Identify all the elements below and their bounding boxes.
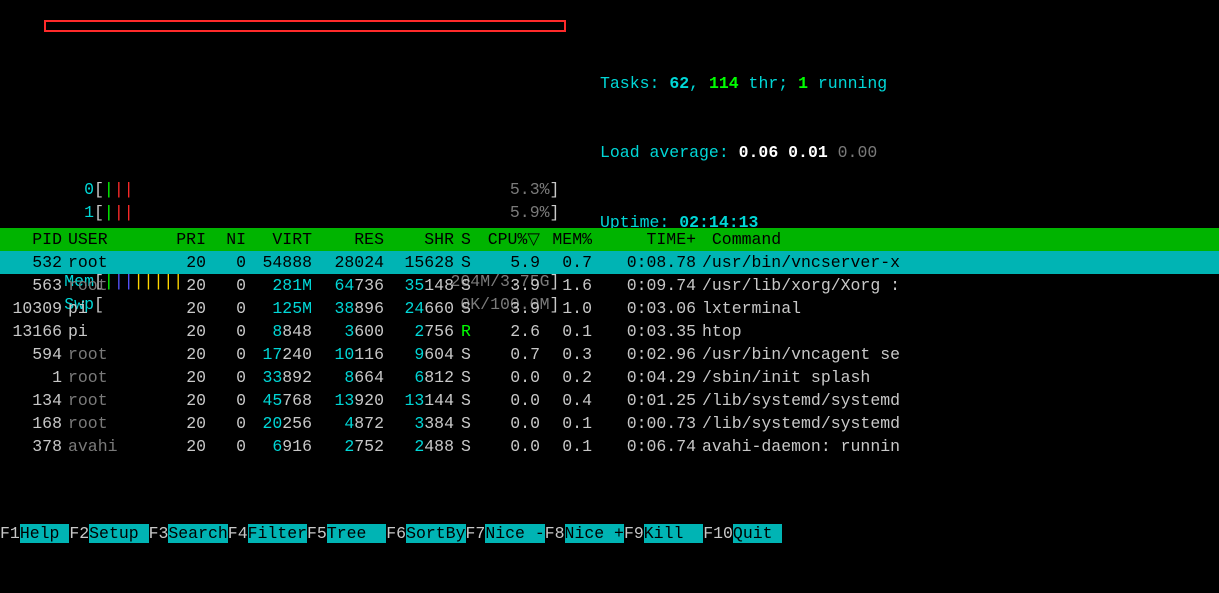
fkey-F8[interactable]: F8 (545, 524, 565, 543)
table-row[interactable]: 13166pi200884836002756R2.60.10:03.35htop (0, 320, 1219, 343)
fkey-F1[interactable]: F1 (0, 524, 20, 543)
fkey-F5[interactable]: F5 (307, 524, 327, 543)
fkey-F10[interactable]: F10 (703, 524, 733, 543)
fkey-label-F7[interactable]: Nice - (485, 524, 544, 543)
fkey-label-F1[interactable]: Help (20, 524, 70, 543)
fkey-F3[interactable]: F3 (149, 524, 169, 543)
load-line: Load average: 0.06 0.01 0.00 (600, 141, 887, 164)
table-row[interactable]: 532root200548882802415628S5.90.70:08.78/… (0, 251, 1219, 274)
table-row[interactable]: 563root200281M6473635148S3.91.60:09.74/u… (0, 274, 1219, 297)
fkey-label-F2[interactable]: Setup (89, 524, 148, 543)
fkey-F4[interactable]: F4 (228, 524, 248, 543)
table-row[interactable]: 10309pi200125M3889624660S3.91.00:03.06lx… (0, 297, 1219, 320)
table-row[interactable]: 134root200457681392013144S0.00.40:01.25/… (0, 389, 1219, 412)
fkey-label-F6[interactable]: SortBy (406, 524, 465, 543)
highlight-box (44, 20, 566, 32)
table-row[interactable]: 594root20017240101169604S0.70.30:02.96/u… (0, 343, 1219, 366)
tasks-line: Tasks: 62, 114 thr; 1 running (600, 72, 887, 95)
system-stats: Tasks: 62, 114 thr; 1 running Load avera… (600, 26, 887, 257)
table-row[interactable]: 1root2003389286646812S0.00.20:04.29/sbin… (0, 366, 1219, 389)
fkey-F7[interactable]: F7 (466, 524, 486, 543)
fkey-label-F5[interactable]: Tree (327, 524, 386, 543)
table-row[interactable]: 168root2002025648723384S0.00.10:00.73/li… (0, 412, 1219, 435)
fkey-F2[interactable]: F2 (69, 524, 89, 543)
table-header[interactable]: PIDUSERPRINIVIRTRESSHRSCPU%▽MEM%TIME+ Co… (0, 228, 1219, 251)
fkey-label-F9[interactable]: Kill (644, 524, 703, 543)
table-row[interactable]: 378avahi200691627522488S0.00.10:06.74ava… (0, 435, 1219, 458)
function-key-bar: F1Help F2Setup F3SearchF4FilterF5Tree F6… (0, 522, 782, 545)
fkey-label-F10[interactable]: Quit (733, 524, 783, 543)
fkey-F9[interactable]: F9 (624, 524, 644, 543)
process-table: PIDUSERPRINIVIRTRESSHRSCPU%▽MEM%TIME+ Co… (0, 228, 1219, 458)
fkey-label-F3[interactable]: Search (168, 524, 227, 543)
fkey-label-F4[interactable]: Filter (248, 524, 307, 543)
fkey-label-F8[interactable]: Nice + (565, 524, 624, 543)
fkey-F6[interactable]: F6 (386, 524, 406, 543)
